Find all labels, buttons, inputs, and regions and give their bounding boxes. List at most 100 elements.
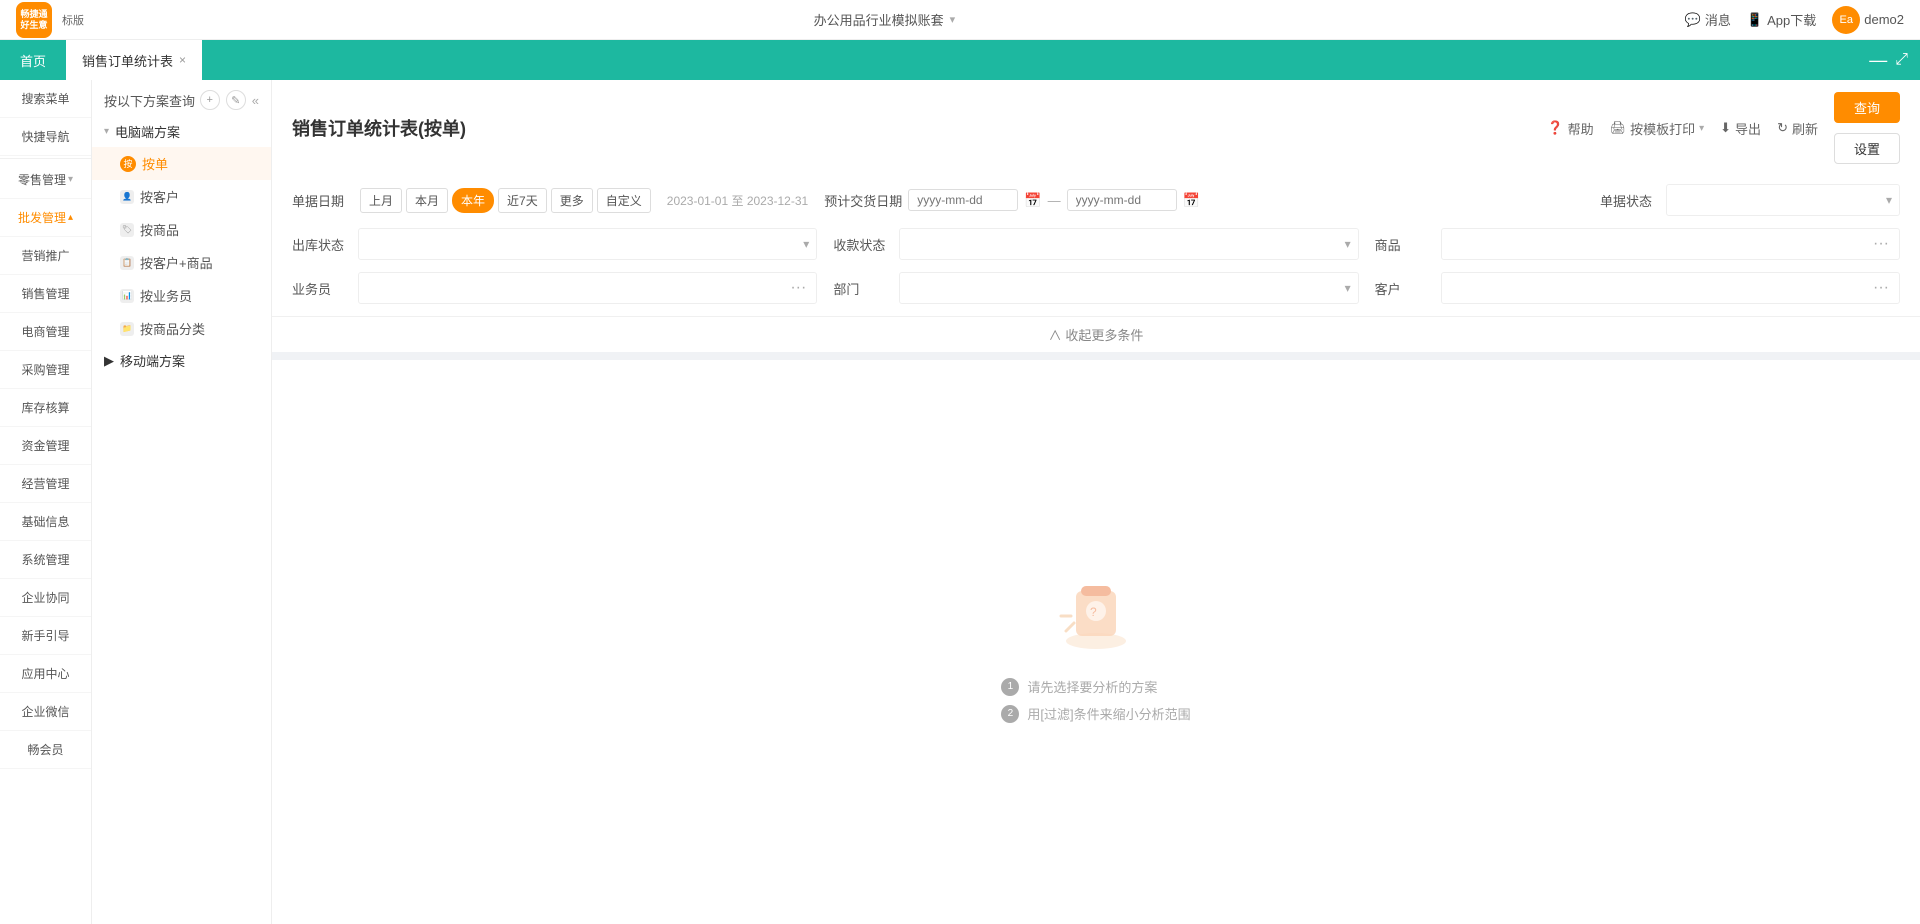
scheme-item-by-goods[interactable]: 🏷 按商品 bbox=[92, 213, 271, 246]
page-header: 销售订单统计表(按单) ❓ 帮助 🖨 按模板打印 ▾ ⬇ 导出 ↻ 刷新 bbox=[272, 80, 1920, 172]
goods-dots-icon[interactable]: ··· bbox=[1873, 235, 1889, 253]
scheme-goods-icon: 🏷 bbox=[120, 223, 134, 237]
empty-tip-2: 2 用[过滤]条件来缩小分析范围 bbox=[1001, 704, 1190, 723]
sidebar-item-wechat[interactable]: 企业微信 bbox=[0, 693, 91, 731]
sidebar-item-newbie[interactable]: 新手引导 bbox=[0, 617, 91, 655]
print-chevron-icon: ▾ bbox=[1699, 123, 1704, 134]
department-select[interactable] bbox=[899, 272, 1358, 304]
tab-maximize-icon[interactable]: ⤢ bbox=[1895, 51, 1908, 69]
sidebar-item-wholesale[interactable]: 批发管理 ▴ bbox=[0, 199, 91, 237]
tab-home[interactable]: 首页 bbox=[0, 40, 66, 80]
tab-sales-statistics[interactable]: 销售订单统计表 × bbox=[66, 40, 202, 80]
calendar-to-icon[interactable]: 📅 bbox=[1183, 192, 1200, 209]
export-btn[interactable]: ⬇ 导出 bbox=[1720, 119, 1761, 138]
empty-state: ? 1 请先选择要分析的方案 2 用[过滤]条件来缩小分析范围 bbox=[272, 360, 1920, 924]
sidebar-item-search[interactable]: 搜索菜单 bbox=[0, 80, 91, 118]
search-menu-label: 搜索菜单 bbox=[8, 90, 83, 107]
goods-label: 商品 bbox=[1375, 235, 1435, 254]
sidebar-item-finance[interactable]: 资金管理 bbox=[0, 427, 91, 465]
download-icon: 📱 bbox=[1747, 12, 1763, 28]
delivery-status-select[interactable] bbox=[358, 228, 817, 260]
expected-date-from-input[interactable] bbox=[908, 189, 1018, 211]
sidebar-item-marketing[interactable]: 营销推广 bbox=[0, 237, 91, 275]
help-btn[interactable]: ❓ 帮助 bbox=[1547, 119, 1593, 138]
date-range-text: 2023-01-01 至 2023-12-31 bbox=[667, 192, 808, 209]
add-scheme-btn[interactable]: + bbox=[200, 90, 220, 110]
scheme-customer-label: 按客户 bbox=[140, 187, 179, 206]
calendar-from-icon[interactable]: 📅 bbox=[1024, 192, 1041, 209]
sidebar-item-purchase[interactable]: 采购管理 bbox=[0, 351, 91, 389]
export-label: 导出 bbox=[1735, 119, 1761, 138]
salesperson-dots-icon[interactable]: ··· bbox=[790, 279, 806, 297]
mobile-group-header[interactable]: ▶ 移动端方案 bbox=[92, 345, 271, 376]
customer-dots-icon[interactable]: ··· bbox=[1873, 279, 1889, 297]
refresh-btn[interactable]: ↻ 刷新 bbox=[1777, 119, 1818, 138]
sales-label: 销售管理 bbox=[21, 287, 69, 301]
date-btn-more[interactable]: 更多 bbox=[551, 188, 593, 213]
scheme-item-by-customer[interactable]: 👤 按客户 bbox=[92, 180, 271, 213]
app-download-btn[interactable]: 📱 App下载 bbox=[1747, 10, 1816, 29]
sidebar-divider bbox=[0, 158, 91, 159]
order-status-select[interactable] bbox=[1666, 184, 1900, 216]
desktop-group-header[interactable]: ▾ 电脑端方案 bbox=[92, 116, 271, 147]
purchase-label: 采购管理 bbox=[21, 363, 69, 377]
main-layout: 搜索菜单 快捷导航 零售管理 ▾ 批发管理 ▴ 营销推广 销售管理 电商管理 采… bbox=[0, 80, 1920, 924]
setting-btn[interactable]: 设置 bbox=[1834, 133, 1900, 164]
date-btn-custom[interactable]: 自定义 bbox=[597, 188, 651, 213]
sidebar-item-inventory[interactable]: 库存核算 bbox=[0, 389, 91, 427]
payment-status-select[interactable] bbox=[899, 228, 1358, 260]
app-center-label: 应用中心 bbox=[21, 667, 69, 681]
tip-text-2: 用[过滤]条件来缩小分析范围 bbox=[1027, 704, 1190, 723]
scheme-item-by-customer-goods[interactable]: 📋 按客户+商品 bbox=[92, 246, 271, 279]
page-title: 销售订单统计表(按单) bbox=[292, 115, 466, 141]
workspace-chevron-icon[interactable]: ▾ bbox=[950, 13, 956, 26]
sidebar-item-basic-info[interactable]: 基础信息 bbox=[0, 503, 91, 541]
empty-tips: 1 请先选择要分析的方案 2 用[过滤]条件来缩小分析范围 bbox=[1001, 677, 1190, 723]
scheme-panel-title: 按以下方案查询 bbox=[104, 91, 195, 110]
user-profile[interactable]: Ea demo2 bbox=[1832, 6, 1904, 34]
scheme-item-by-salesperson[interactable]: 📊 按业务员 bbox=[92, 279, 271, 312]
tab-close-icon[interactable]: × bbox=[179, 53, 186, 67]
sidebar-item-enterprise[interactable]: 企业协同 bbox=[0, 579, 91, 617]
expected-date-to-input[interactable] bbox=[1067, 189, 1177, 211]
date-btn-this-month[interactable]: 本月 bbox=[406, 188, 448, 213]
date-separator: — bbox=[1048, 193, 1061, 208]
finance-label: 资金管理 bbox=[21, 439, 69, 453]
collapse-conditions-btn[interactable]: ∧ 收起更多条件 bbox=[272, 316, 1920, 352]
date-btn-this-year[interactable]: 本年 bbox=[452, 188, 494, 213]
customer-input-wrapper[interactable]: ··· bbox=[1441, 272, 1900, 304]
message-label: 消息 bbox=[1705, 10, 1731, 29]
sidebar-item-retail[interactable]: 零售管理 ▾ bbox=[0, 161, 91, 199]
scheme-cg-icon: 📋 bbox=[120, 256, 134, 270]
sidebar-item-shortcuts[interactable]: 快捷导航 bbox=[0, 118, 91, 156]
goods-input-wrapper[interactable]: ··· bbox=[1441, 228, 1900, 260]
sidebar-item-system[interactable]: 系统管理 bbox=[0, 541, 91, 579]
date-btn-last-month[interactable]: 上月 bbox=[360, 188, 402, 213]
collapse-panel-btn[interactable]: « bbox=[252, 93, 259, 108]
tab-minimize-icon[interactable]: — bbox=[1869, 50, 1887, 71]
sidebar-item-member[interactable]: 畅会员 bbox=[0, 731, 91, 769]
page-actions: ❓ 帮助 🖨 按模板打印 ▾ ⬇ 导出 ↻ 刷新 查询 bbox=[1547, 92, 1900, 164]
basic-info-label: 基础信息 bbox=[21, 515, 69, 529]
salesperson-input-wrapper[interactable]: ··· bbox=[358, 272, 817, 304]
left-panel-actions: + ✎ « bbox=[200, 90, 259, 110]
sidebar-item-sales[interactable]: 销售管理 bbox=[0, 275, 91, 313]
sidebar-item-ecommerce[interactable]: 电商管理 bbox=[0, 313, 91, 351]
scheme-item-by-category[interactable]: 📁 按商品分类 bbox=[92, 312, 271, 345]
customer-label: 客户 bbox=[1375, 279, 1435, 298]
inventory-label: 库存核算 bbox=[21, 401, 69, 415]
date-btn-7days[interactable]: 近7天 bbox=[498, 188, 547, 213]
message-btn[interactable]: 💬 消息 bbox=[1685, 10, 1731, 29]
sidebar-item-operations[interactable]: 经营管理 bbox=[0, 465, 91, 503]
print-btn[interactable]: 🖨 按模板打印 ▾ bbox=[1610, 119, 1705, 138]
retail-arrow-icon: ▾ bbox=[68, 174, 73, 185]
enterprise-label: 企业协同 bbox=[21, 591, 69, 605]
workspace-selector[interactable]: 办公用品行业模拟账套 ▾ bbox=[814, 10, 956, 29]
salesperson-label: 业务员 bbox=[292, 279, 352, 298]
desktop-scheme-group: ▾ 电脑端方案 按 按单 👤 按客户 🏷 按商品 📋 按客户+商品 📊 按 bbox=[92, 116, 271, 345]
scheme-item-by-order[interactable]: 按 按单 bbox=[92, 147, 271, 180]
sidebar-item-app-center[interactable]: 应用中心 bbox=[0, 655, 91, 693]
top-bar: 畅捷通 好生意 标版 办公用品行业模拟账套 ▾ 💬 消息 📱 App下载 Ea … bbox=[0, 0, 1920, 40]
edit-scheme-btn[interactable]: ✎ bbox=[226, 90, 246, 110]
query-btn[interactable]: 查询 bbox=[1834, 92, 1900, 123]
